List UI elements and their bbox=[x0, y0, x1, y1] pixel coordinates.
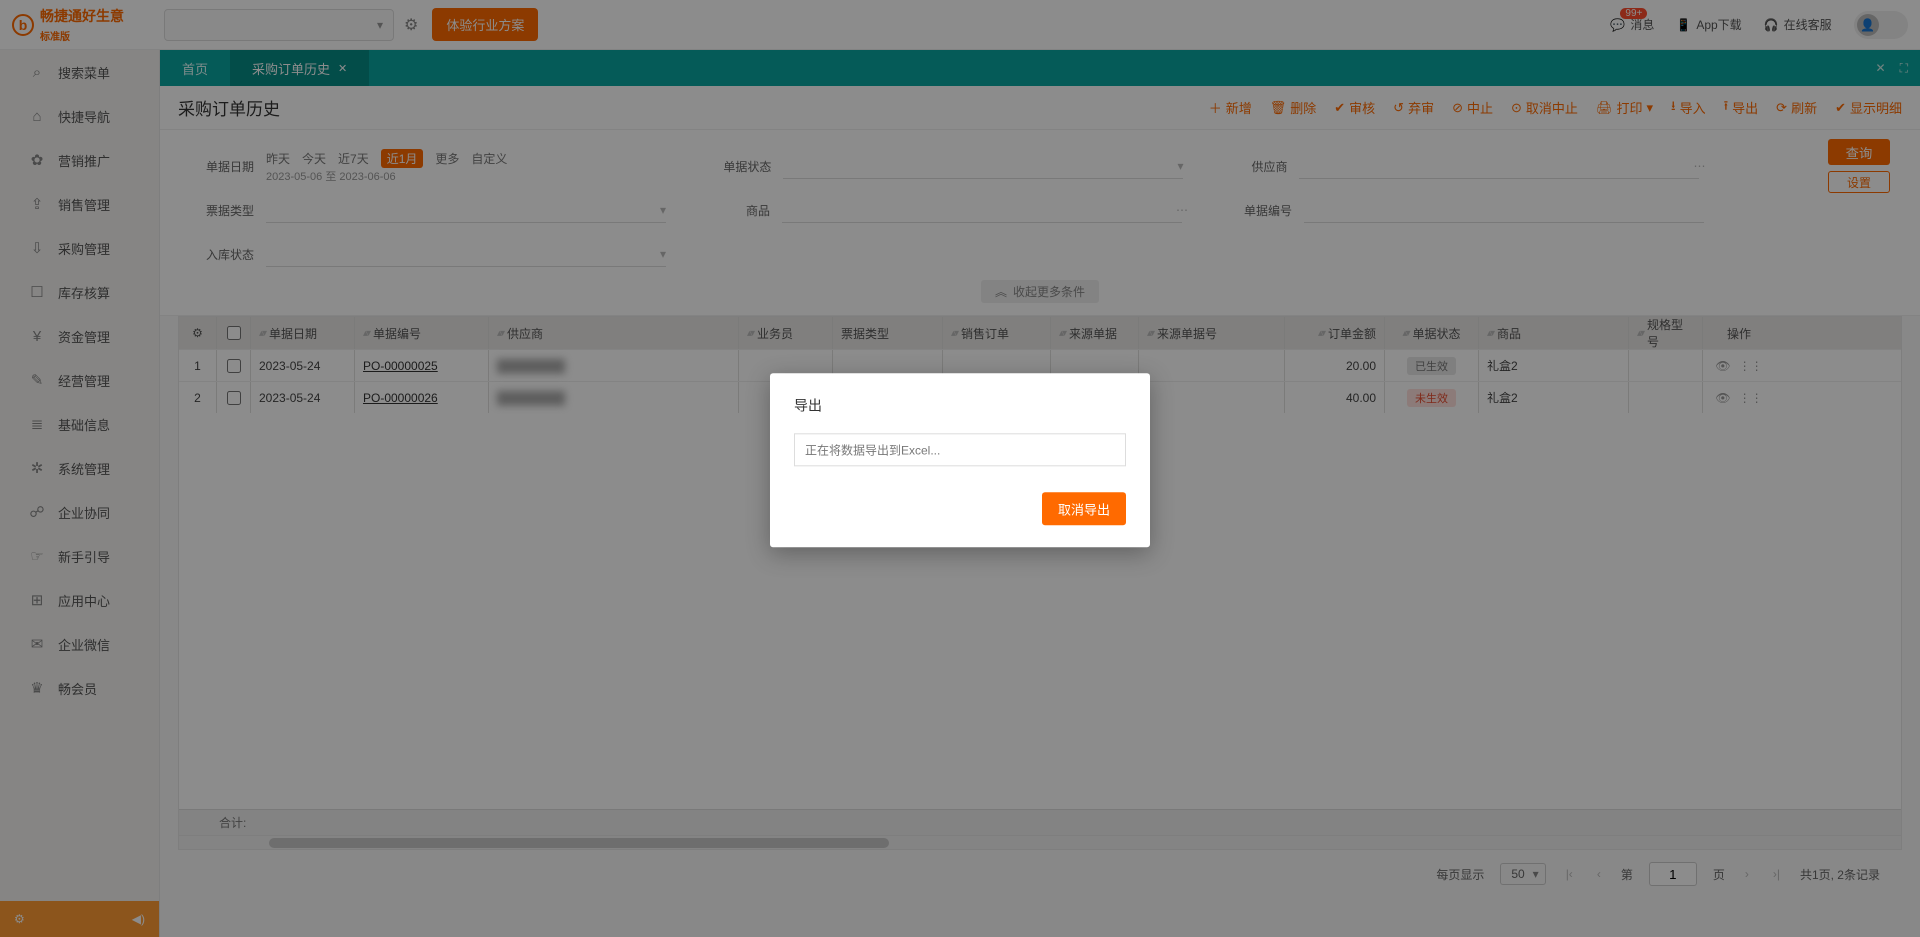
modal-message: 正在将数据导出到Excel... bbox=[794, 433, 1126, 466]
modal-title: 导出 bbox=[794, 395, 1126, 415]
cancel-export-button[interactable]: 取消导出 bbox=[1042, 492, 1126, 525]
export-modal: 导出 正在将数据导出到Excel... 取消导出 bbox=[770, 373, 1150, 547]
